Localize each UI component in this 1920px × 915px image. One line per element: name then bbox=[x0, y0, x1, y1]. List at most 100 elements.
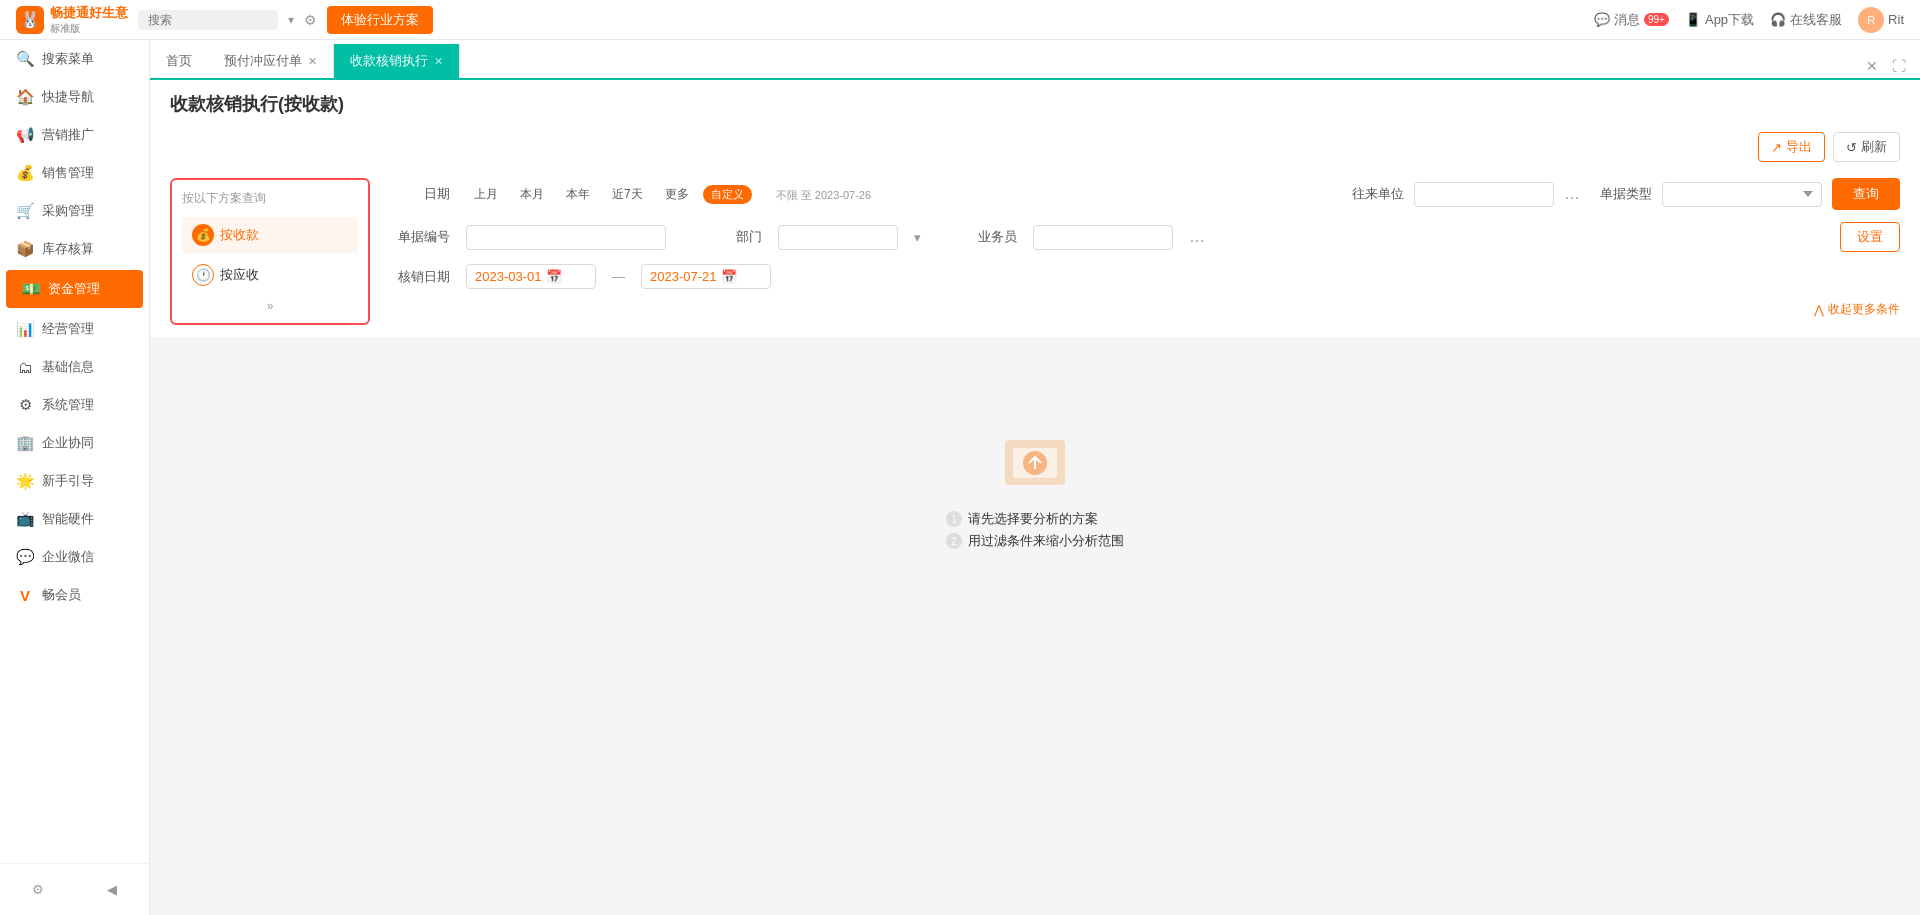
sidebar-item-marketing[interactable]: 📢 营销推广 bbox=[0, 116, 149, 154]
tab-expand-icon[interactable]: ⛶ bbox=[1888, 54, 1910, 78]
user-avatar[interactable]: R Rit bbox=[1858, 7, 1904, 33]
sidebar-settings-button[interactable]: ⚙ bbox=[16, 872, 60, 907]
filter-receivable-label: 按应收 bbox=[220, 266, 259, 284]
toolbar-row: ↗ 导出 ↺ 刷新 bbox=[150, 126, 1920, 168]
trial-industry-button[interactable]: 体验行业方案 bbox=[327, 6, 433, 34]
sidebar-item-guide[interactable]: 🌟 新手引导 bbox=[0, 462, 149, 500]
department-input[interactable] bbox=[778, 225, 898, 250]
verification-end-date[interactable]: 2023-07-21 📅 bbox=[641, 264, 771, 289]
doc-number-input[interactable] bbox=[466, 225, 666, 250]
service-icon: 🎧 bbox=[1770, 12, 1786, 27]
tab-prepay-close-icon[interactable]: ✕ bbox=[308, 55, 317, 68]
filter-area: 按以下方案查询 💰 按收款 🕐 按应收 » 日期 bbox=[150, 168, 1920, 337]
query-button[interactable]: 查询 bbox=[1832, 178, 1900, 210]
date-btn-last-month[interactable]: 上月 bbox=[466, 183, 506, 206]
sidebar-item-member[interactable]: V 畅会员 bbox=[0, 576, 149, 614]
empty-step-1: 1 请先选择要分析的方案 bbox=[946, 510, 1124, 528]
sidebar-item-sales[interactable]: 💰 销售管理 bbox=[0, 154, 149, 192]
department-dropdown-icon[interactable]: ▾ bbox=[914, 230, 921, 245]
topbar-gear-icon[interactable]: ⚙ bbox=[304, 12, 317, 28]
verification-date-label: 核销日期 bbox=[390, 268, 450, 286]
sidebar-item-basic[interactable]: 🗂 基础信息 bbox=[0, 348, 149, 386]
sidebar-item-hardware[interactable]: 📺 智能硬件 bbox=[0, 500, 149, 538]
doc-type-select[interactable] bbox=[1662, 182, 1822, 207]
sidebar-label-finance: 资金管理 bbox=[48, 280, 100, 298]
message-button[interactable]: 💬 消息 99+ bbox=[1594, 11, 1669, 29]
cal-start-icon[interactable]: 📅 bbox=[546, 269, 562, 284]
tab-close-all-icon[interactable]: ✕ bbox=[1862, 54, 1882, 78]
topbar-right: 💬 消息 99+ 📱 App下载 🎧 在线客服 R Rit bbox=[1594, 7, 1904, 33]
settings-button[interactable]: 设置 bbox=[1840, 222, 1900, 252]
sidebar-label-hardware: 智能硬件 bbox=[42, 510, 94, 528]
cal-end-icon[interactable]: 📅 bbox=[721, 269, 737, 284]
sidebar-item-finance[interactable]: 💵 资金管理 bbox=[6, 270, 143, 308]
sidebar-item-system[interactable]: ⚙ 系统管理 bbox=[0, 386, 149, 424]
filter-option-by-receivable[interactable]: 🕐 按应收 bbox=[182, 257, 358, 293]
date-dash: — bbox=[612, 269, 625, 284]
date-btn-this-month[interactable]: 本月 bbox=[512, 183, 552, 206]
filter-main: 日期 上月 本月 本年 近7天 更多 自定义 不限 至 2023-07-26 bbox=[370, 178, 1900, 325]
system-icon: ⚙ bbox=[16, 396, 34, 414]
date-btn-more[interactable]: 更多 bbox=[657, 183, 697, 206]
tab-collection-label: 收款核销执行 bbox=[350, 52, 428, 70]
sidebar-label-system: 系统管理 bbox=[42, 396, 94, 414]
sidebar-collapse-button[interactable]: ◀ bbox=[91, 872, 133, 907]
date-btn-this-year[interactable]: 本年 bbox=[558, 183, 598, 206]
counterpart-dots-icon[interactable]: … bbox=[1564, 185, 1582, 203]
member-icon: V bbox=[16, 587, 34, 604]
app-logo: 🐰 畅捷通好生意 标准版 bbox=[16, 4, 128, 36]
avatar-icon: R bbox=[1858, 7, 1884, 33]
sidebar-label-guide: 新手引导 bbox=[42, 472, 94, 490]
sidebar-item-operations[interactable]: 📊 经营管理 bbox=[0, 310, 149, 348]
sidebar-label-purchase: 采购管理 bbox=[42, 202, 94, 220]
search-input[interactable] bbox=[138, 10, 278, 30]
empty-step-2: 2 用过滤条件来缩小分析范围 bbox=[946, 532, 1124, 550]
filter-collapse-button[interactable]: » bbox=[182, 299, 358, 313]
tab-collection[interactable]: 收款核销执行 ✕ bbox=[334, 44, 460, 78]
sales-icon: 💰 bbox=[16, 164, 34, 182]
search-dropdown-icon[interactable]: ▾ bbox=[288, 13, 294, 27]
sidebar-item-purchase[interactable]: 🛒 采购管理 bbox=[0, 192, 149, 230]
app-download-button[interactable]: 📱 App下载 bbox=[1685, 11, 1754, 29]
sidebar-item-wechat[interactable]: 💬 企业微信 bbox=[0, 538, 149, 576]
inventory-icon: 📦 bbox=[16, 240, 34, 258]
tabbar: 首页 预付冲应付单 ✕ 收款核销执行 ✕ ✕ ⛶ bbox=[150, 40, 1920, 80]
refresh-button[interactable]: ↺ 刷新 bbox=[1833, 132, 1900, 162]
date-shortcuts-group: 上月 本月 本年 近7天 更多 自定义 bbox=[466, 183, 752, 206]
date-btn-custom[interactable]: 自定义 bbox=[703, 185, 752, 204]
sidebar-item-cooperation[interactable]: 🏢 企业协同 bbox=[0, 424, 149, 462]
verification-start-date[interactable]: 2023-03-01 📅 bbox=[466, 264, 596, 289]
export-button[interactable]: ↗ 导出 bbox=[1758, 132, 1825, 162]
verification-end-value: 2023-07-21 bbox=[650, 269, 717, 284]
tab-collection-close-icon[interactable]: ✕ bbox=[434, 55, 443, 68]
date-btn-7days[interactable]: 近7天 bbox=[604, 183, 651, 206]
online-service-button[interactable]: 🎧 在线客服 bbox=[1770, 11, 1842, 29]
sidebar-item-search[interactable]: 🔍 搜索菜单 bbox=[0, 40, 149, 78]
tabbar-actions: ✕ ⛶ bbox=[1852, 54, 1920, 78]
department-label: 部门 bbox=[702, 228, 762, 246]
sidebar-item-inventory[interactable]: 📦 库存核算 bbox=[0, 230, 149, 268]
salesperson-input[interactable] bbox=[1033, 225, 1173, 250]
page-title: 收款核销执行(按收款) bbox=[170, 92, 1900, 126]
collapse-more-button[interactable]: ⋀ 收起更多条件 bbox=[390, 301, 1900, 318]
doc-number-label: 单据编号 bbox=[390, 228, 450, 246]
salesperson-label: 业务员 bbox=[957, 228, 1017, 246]
page-header: 收款核销执行(按收款) bbox=[150, 80, 1920, 126]
sidebar-label-cooperation: 企业协同 bbox=[42, 434, 94, 452]
tab-prepay[interactable]: 预付冲应付单 ✕ bbox=[208, 44, 334, 78]
sidebar-label-basic: 基础信息 bbox=[42, 358, 94, 376]
sidebar-label-search: 搜索菜单 bbox=[42, 50, 94, 68]
doc-type-label: 单据类型 bbox=[1592, 185, 1652, 203]
basic-icon: 🗂 bbox=[16, 359, 34, 376]
sidebar-item-quick-nav[interactable]: 🏠 快捷导航 bbox=[0, 78, 149, 116]
hardware-icon: 📺 bbox=[16, 510, 34, 528]
empty-step-2-text: 用过滤条件来缩小分析范围 bbox=[968, 532, 1124, 550]
marketing-icon: 📢 bbox=[16, 126, 34, 144]
tab-home[interactable]: 首页 bbox=[150, 44, 208, 78]
counterpart-input[interactable] bbox=[1414, 182, 1554, 207]
filter-sidebar-title: 按以下方案查询 bbox=[182, 190, 358, 207]
empty-step-1-text: 请先选择要分析的方案 bbox=[968, 510, 1098, 528]
salesperson-dots-icon[interactable]: … bbox=[1189, 228, 1207, 246]
counterpart-label: 往来单位 bbox=[1344, 185, 1404, 203]
filter-option-by-receipt[interactable]: 💰 按收款 bbox=[182, 217, 358, 253]
